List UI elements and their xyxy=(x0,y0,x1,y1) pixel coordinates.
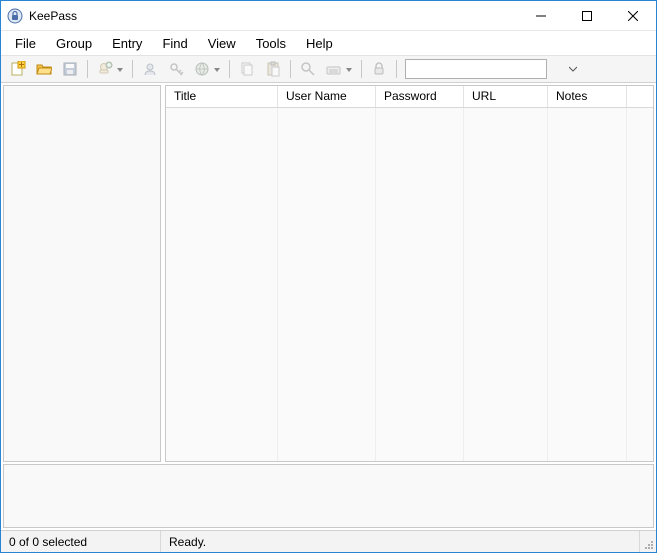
toolbar-separator xyxy=(132,60,133,78)
maximize-button[interactable] xyxy=(564,1,610,31)
open-url-button[interactable] xyxy=(190,58,224,80)
column-header-password[interactable]: Password xyxy=(376,86,464,107)
new-database-button[interactable] xyxy=(6,58,30,80)
menu-tools[interactable]: Tools xyxy=(246,34,296,53)
save-database-button[interactable] xyxy=(58,58,82,80)
menubar: File Group Entry Find View Tools Help xyxy=(1,31,656,55)
app-title: KeePass xyxy=(29,9,77,23)
titlebar: KeePass xyxy=(1,1,656,31)
column-header-notes[interactable]: Notes xyxy=(548,86,627,107)
entry-detail-pane[interactable] xyxy=(3,464,654,528)
menu-help[interactable]: Help xyxy=(296,34,343,53)
app-icon xyxy=(7,8,23,24)
entry-list-body[interactable] xyxy=(166,108,653,461)
paste-entry-button[interactable] xyxy=(261,58,285,80)
toolbar-separator xyxy=(290,60,291,78)
copy-entry-button[interactable] xyxy=(235,58,259,80)
menu-group[interactable]: Group xyxy=(46,34,102,53)
open-database-button[interactable] xyxy=(32,58,56,80)
copy-password-button[interactable] xyxy=(164,58,188,80)
column-header-title[interactable]: Title xyxy=(166,86,278,107)
minimize-button[interactable] xyxy=(518,1,564,31)
chevron-down-icon[interactable] xyxy=(569,62,577,76)
status-ready: Ready. xyxy=(161,531,640,552)
main-split: Title User Name Password URL Notes xyxy=(1,83,656,464)
add-entry-button[interactable] xyxy=(93,58,127,80)
menu-file[interactable]: File xyxy=(5,34,46,53)
toolbar xyxy=(1,55,656,83)
column-header-extra[interactable] xyxy=(627,86,653,107)
group-tree[interactable] xyxy=(3,85,161,462)
column-header-url[interactable]: URL xyxy=(464,86,548,107)
menu-view[interactable]: View xyxy=(198,34,246,53)
status-selection: 0 of 0 selected xyxy=(1,531,161,552)
content-area: Title User Name Password URL Notes xyxy=(1,83,656,530)
perform-autotype-button[interactable] xyxy=(322,58,356,80)
copy-username-button[interactable] xyxy=(138,58,162,80)
menu-entry[interactable]: Entry xyxy=(102,34,152,53)
toolbar-separator xyxy=(229,60,230,78)
toolbar-separator xyxy=(396,60,397,78)
quickfind-combo[interactable] xyxy=(405,59,547,79)
resize-grip[interactable] xyxy=(640,531,656,552)
find-button[interactable] xyxy=(296,58,320,80)
toolbar-separator xyxy=(361,60,362,78)
entry-list-header: Title User Name Password URL Notes xyxy=(166,86,653,108)
menu-find[interactable]: Find xyxy=(152,34,197,53)
close-button[interactable] xyxy=(610,1,656,31)
entry-list[interactable]: Title User Name Password URL Notes xyxy=(165,85,654,462)
quickfind-input[interactable] xyxy=(406,62,569,76)
toolbar-separator xyxy=(87,60,88,78)
lock-workspace-button[interactable] xyxy=(367,58,391,80)
statusbar: 0 of 0 selected Ready. xyxy=(1,530,656,552)
column-header-username[interactable]: User Name xyxy=(278,86,376,107)
app-window: KeePass File Group Entry Find View Tools… xyxy=(0,0,657,553)
